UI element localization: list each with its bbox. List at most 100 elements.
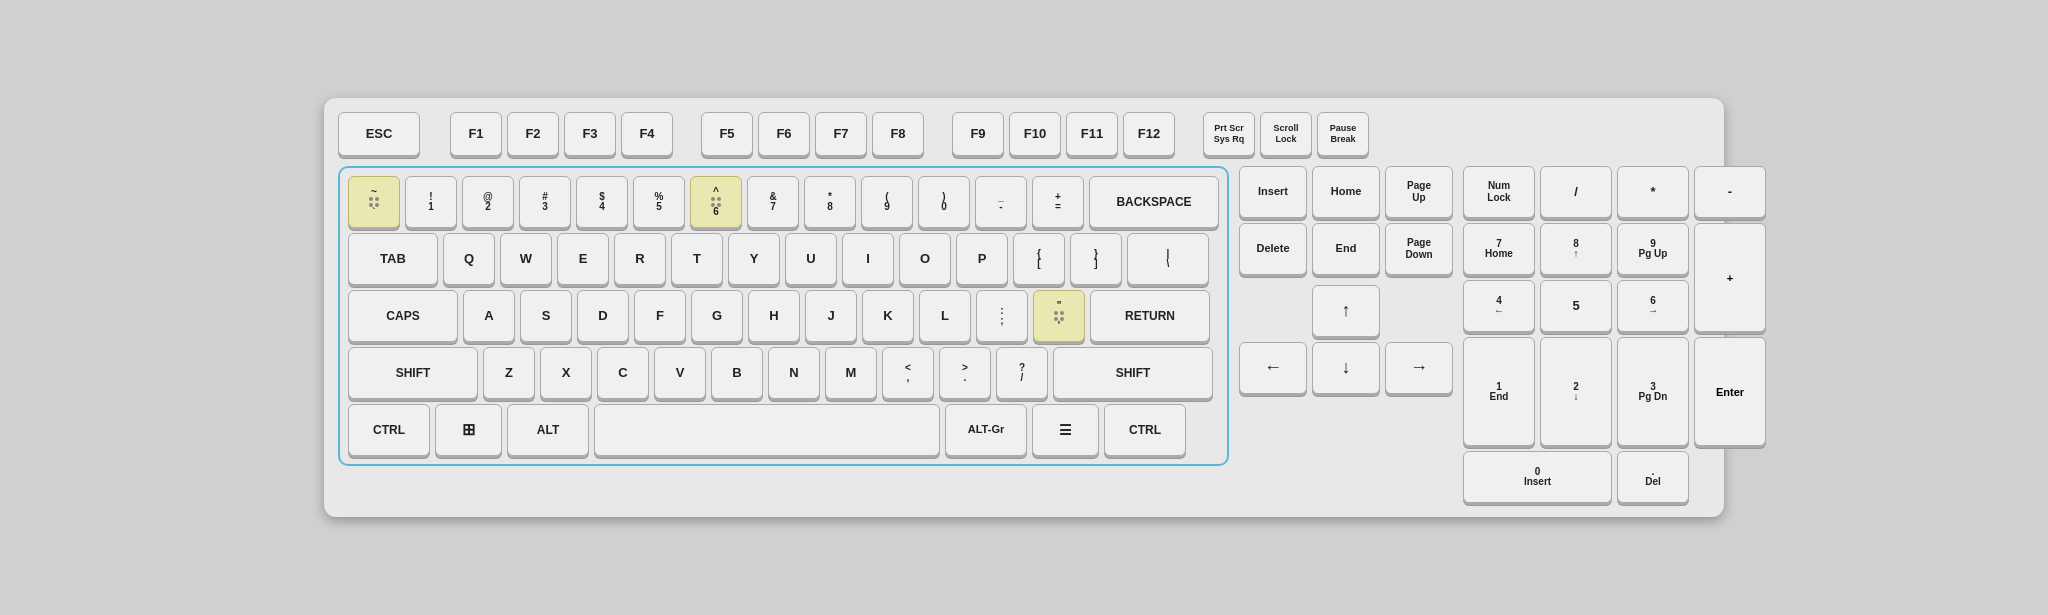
key-s[interactable]: S <box>520 290 572 342</box>
key-num7[interactable]: 7 Home <box>1463 223 1535 275</box>
key-tilde[interactable]: ~ ` <box>348 176 400 228</box>
key-down-arrow[interactable]: ↓ <box>1312 342 1380 394</box>
key-9[interactable]: ( 9 <box>861 176 913 228</box>
key-2[interactable]: @ 2 <box>462 176 514 228</box>
key-a[interactable]: A <box>463 290 515 342</box>
key-num4[interactable]: 4 ← <box>1463 280 1535 332</box>
key-n[interactable]: N <box>768 347 820 399</box>
key-num6[interactable]: 6 → <box>1617 280 1689 332</box>
key-5[interactable]: % 5 <box>633 176 685 228</box>
key-slash[interactable]: ? / <box>996 347 1048 399</box>
key-scrolllock[interactable]: ScrollLock <box>1260 112 1312 156</box>
key-f12[interactable]: F12 <box>1123 112 1175 156</box>
key-num0[interactable]: 0 Insert <box>1463 451 1612 503</box>
key-equals[interactable]: + = <box>1032 176 1084 228</box>
key-ctrl-right[interactable]: CTRL <box>1104 404 1186 456</box>
key-b[interactable]: B <box>711 347 763 399</box>
key-num8[interactable]: 8 ↑ <box>1540 223 1612 275</box>
key-8[interactable]: * 8 <box>804 176 856 228</box>
key-menu[interactable]: ☰ <box>1032 404 1099 456</box>
key-tab[interactable]: TAB <box>348 233 438 285</box>
key-delete[interactable]: Delete <box>1239 223 1307 275</box>
key-win[interactable]: ⊞ <box>435 404 502 456</box>
key-h[interactable]: H <box>748 290 800 342</box>
key-ctrl-left[interactable]: CTRL <box>348 404 430 456</box>
key-home[interactable]: Home <box>1312 166 1380 218</box>
key-quote[interactable]: " ' <box>1033 290 1085 342</box>
key-up-arrow[interactable]: ↑ <box>1312 285 1380 337</box>
key-f9[interactable]: F9 <box>952 112 1004 156</box>
key-f1[interactable]: F1 <box>450 112 502 156</box>
key-i[interactable]: I <box>842 233 894 285</box>
key-numlock[interactable]: NumLock <box>1463 166 1535 218</box>
key-v[interactable]: V <box>654 347 706 399</box>
key-num3[interactable]: 3 Pg Dn <box>1617 337 1689 446</box>
key-e[interactable]: E <box>557 233 609 285</box>
key-d[interactable]: D <box>577 290 629 342</box>
key-end[interactable]: End <box>1312 223 1380 275</box>
key-o[interactable]: O <box>899 233 951 285</box>
key-f8[interactable]: F8 <box>872 112 924 156</box>
key-f6[interactable]: F6 <box>758 112 810 156</box>
key-alt-gr[interactable]: ALT-Gr <box>945 404 1027 456</box>
key-backslash[interactable]: | \ <box>1127 233 1209 285</box>
key-return[interactable]: RETURN <box>1090 290 1210 342</box>
key-lbracket[interactable]: { [ <box>1013 233 1065 285</box>
key-insert[interactable]: Insert <box>1239 166 1307 218</box>
key-num5[interactable]: 5 <box>1540 280 1612 332</box>
key-left-arrow[interactable]: ← <box>1239 342 1307 394</box>
key-num-enter[interactable]: Enter <box>1694 337 1766 446</box>
key-r[interactable]: R <box>614 233 666 285</box>
key-x[interactable]: X <box>540 347 592 399</box>
key-g[interactable]: G <box>691 290 743 342</box>
key-6[interactable]: ^ 6 <box>690 176 742 228</box>
key-7[interactable]: & 7 <box>747 176 799 228</box>
key-4[interactable]: $ 4 <box>576 176 628 228</box>
key-u[interactable]: U <box>785 233 837 285</box>
key-q[interactable]: Q <box>443 233 495 285</box>
key-num9[interactable]: 9 Pg Up <box>1617 223 1689 275</box>
key-f[interactable]: F <box>634 290 686 342</box>
key-backspace[interactable]: BACKSPACE <box>1089 176 1219 228</box>
key-space[interactable] <box>594 404 940 456</box>
key-m[interactable]: M <box>825 347 877 399</box>
key-1[interactable]: ! 1 <box>405 176 457 228</box>
key-0[interactable]: ) 0 <box>918 176 970 228</box>
key-prtscr[interactable]: Prt ScrSys Rq <box>1203 112 1255 156</box>
key-pause[interactable]: PauseBreak <box>1317 112 1369 156</box>
key-y[interactable]: Y <box>728 233 780 285</box>
key-num2[interactable]: 2 ↓ <box>1540 337 1612 446</box>
key-minus[interactable]: _ - <box>975 176 1027 228</box>
key-k[interactable]: K <box>862 290 914 342</box>
key-f3[interactable]: F3 <box>564 112 616 156</box>
key-f10[interactable]: F10 <box>1009 112 1061 156</box>
key-rbracket[interactable]: } ] <box>1070 233 1122 285</box>
key-w[interactable]: W <box>500 233 552 285</box>
key-num-plus[interactable]: + <box>1694 223 1766 332</box>
key-num-dot[interactable]: . Del <box>1617 451 1689 503</box>
key-num-star[interactable]: * <box>1617 166 1689 218</box>
key-f7[interactable]: F7 <box>815 112 867 156</box>
key-alt-left[interactable]: ALT <box>507 404 589 456</box>
key-esc[interactable]: ESC <box>338 112 420 156</box>
key-p[interactable]: P <box>956 233 1008 285</box>
key-num-minus[interactable]: - <box>1694 166 1766 218</box>
key-z[interactable]: Z <box>483 347 535 399</box>
key-num1[interactable]: 1 End <box>1463 337 1535 446</box>
key-f4[interactable]: F4 <box>621 112 673 156</box>
key-shift-left[interactable]: SHIFT <box>348 347 478 399</box>
key-j[interactable]: J <box>805 290 857 342</box>
key-num-slash[interactable]: / <box>1540 166 1612 218</box>
key-shift-right[interactable]: SHIFT <box>1053 347 1213 399</box>
key-right-arrow[interactable]: → <box>1385 342 1453 394</box>
key-period[interactable]: > . <box>939 347 991 399</box>
key-t[interactable]: T <box>671 233 723 285</box>
key-pageup[interactable]: PageUp <box>1385 166 1453 218</box>
key-f2[interactable]: F2 <box>507 112 559 156</box>
key-l[interactable]: L <box>919 290 971 342</box>
key-3[interactable]: # 3 <box>519 176 571 228</box>
key-comma[interactable]: < , <box>882 347 934 399</box>
key-f11[interactable]: F11 <box>1066 112 1118 156</box>
key-pagedown[interactable]: PageDown <box>1385 223 1453 275</box>
key-f5[interactable]: F5 <box>701 112 753 156</box>
